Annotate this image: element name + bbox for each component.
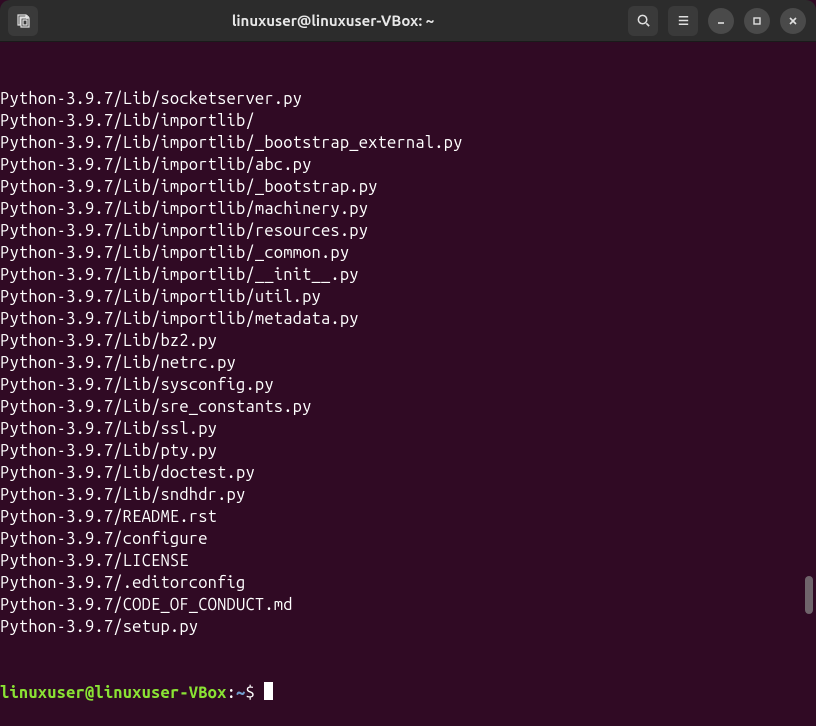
terminal-line: Python-3.9.7/Lib/importlib/_bootstrap.py <box>0 176 816 198</box>
terminal-cursor <box>264 682 273 700</box>
minimize-icon <box>715 15 727 27</box>
terminal-line: Python-3.9.7/Lib/importlib/_bootstrap_ex… <box>0 132 816 154</box>
prompt-dollar: $ <box>245 684 264 702</box>
prompt-line: linuxuser@linuxuser-VBox:~$ <box>0 682 816 704</box>
terminal-line: Python-3.9.7/Lib/importlib/ <box>0 110 816 132</box>
terminal-line: Python-3.9.7/Lib/pty.py <box>0 440 816 462</box>
terminal-line: Python-3.9.7/Lib/importlib/__init__.py <box>0 264 816 286</box>
terminal-line: Python-3.9.7/Lib/socketserver.py <box>0 88 816 110</box>
terminal-line: Python-3.9.7/Lib/sysconfig.py <box>0 374 816 396</box>
titlebar-left-group <box>6 6 38 36</box>
terminal-output: Python-3.9.7/Lib/socketserver.pyPython-3… <box>0 88 816 638</box>
terminal-line: Python-3.9.7/README.rst <box>0 506 816 528</box>
terminal-line: Python-3.9.7/Lib/sndhdr.py <box>0 484 816 506</box>
close-button[interactable] <box>780 8 806 34</box>
terminal-line: Python-3.9.7/setup.py <box>0 616 816 638</box>
prompt-path: ~ <box>236 684 245 702</box>
minimize-button[interactable] <box>708 8 734 34</box>
prompt-colon: : <box>227 684 236 702</box>
terminal-line: Python-3.9.7/LICENSE <box>0 550 816 572</box>
maximize-icon <box>751 15 763 27</box>
search-icon <box>636 13 651 28</box>
window-titlebar: linuxuser@linuxuser-VBox: ~ <box>0 0 816 42</box>
terminal-line: Python-3.9.7/Lib/importlib/_common.py <box>0 242 816 264</box>
new-tab-icon <box>15 13 31 29</box>
terminal-line: Python-3.9.7/Lib/bz2.py <box>0 330 816 352</box>
maximize-button[interactable] <box>744 8 770 34</box>
terminal-viewport[interactable]: Python-3.9.7/Lib/socketserver.pyPython-3… <box>0 42 816 726</box>
terminal-line: Python-3.9.7/Lib/importlib/metadata.py <box>0 308 816 330</box>
terminal-line: Python-3.9.7/.editorconfig <box>0 572 816 594</box>
new-tab-button[interactable] <box>8 6 38 36</box>
terminal-line: Python-3.9.7/configure <box>0 528 816 550</box>
terminal-line: Python-3.9.7/Lib/importlib/resources.py <box>0 220 816 242</box>
terminal-line: Python-3.9.7/Lib/importlib/util.py <box>0 286 816 308</box>
terminal-line: Python-3.9.7/Lib/importlib/abc.py <box>0 154 816 176</box>
close-icon <box>787 15 799 27</box>
terminal-line: Python-3.9.7/Lib/sre_constants.py <box>0 396 816 418</box>
window-title: linuxuser@linuxuser-VBox: ~ <box>46 12 620 29</box>
scrollbar-thumb[interactable] <box>805 576 813 614</box>
menu-button[interactable] <box>668 6 698 36</box>
terminal-line: Python-3.9.7/Lib/netrc.py <box>0 352 816 374</box>
terminal-line: Python-3.9.7/Lib/doctest.py <box>0 462 816 484</box>
terminal-line: Python-3.9.7/Lib/importlib/machinery.py <box>0 198 816 220</box>
search-button[interactable] <box>628 6 658 36</box>
terminal-line: Python-3.9.7/Lib/ssl.py <box>0 418 816 440</box>
terminal-line: Python-3.9.7/CODE_OF_CONDUCT.md <box>0 594 816 616</box>
prompt-userhost: linuxuser@linuxuser-VBox <box>0 684 227 702</box>
hamburger-icon <box>676 13 691 28</box>
titlebar-right-group <box>628 6 810 36</box>
